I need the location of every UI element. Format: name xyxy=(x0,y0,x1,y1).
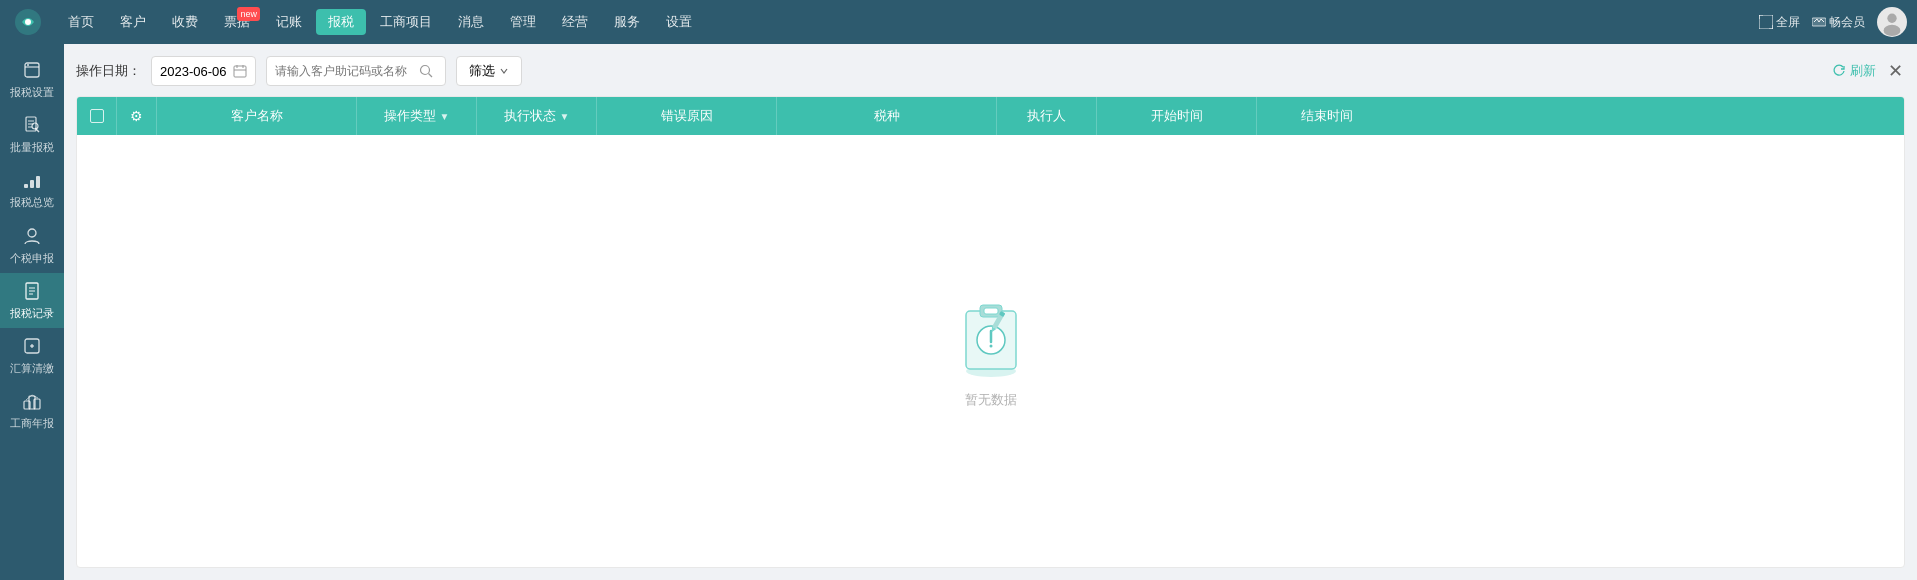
date-value: 2023-06-06 xyxy=(160,64,227,79)
table-body: 暂无数据 xyxy=(77,135,1904,567)
fullscreen-label: 全屏 xyxy=(1776,14,1800,31)
sidebar: 报税设置 批量报税 xyxy=(0,44,64,580)
calendar-icon xyxy=(233,64,247,78)
new-badge: new xyxy=(237,7,260,21)
svg-point-9 xyxy=(27,64,29,66)
fullscreen-button[interactable]: 全屏 xyxy=(1759,14,1800,31)
vip-label: 畅会员 xyxy=(1829,14,1865,31)
nav-item-invoice[interactable]: 票据 new xyxy=(212,9,262,35)
sidebar-item-batch-tax[interactable]: 批量报税 xyxy=(0,107,64,162)
sidebar-label-batch-tax: 批量报税 xyxy=(10,141,54,154)
tax-settings-icon xyxy=(22,60,42,83)
th-exec-status: 执行状态 ▼ xyxy=(477,97,597,135)
calc-pay-icon xyxy=(22,336,42,359)
sort-icon-exec-status[interactable]: ▼ xyxy=(560,111,570,122)
search-icon xyxy=(419,64,433,78)
svg-rect-15 xyxy=(24,184,28,188)
svg-point-33 xyxy=(420,66,429,75)
sidebar-label-calc-pay: 汇算清缴 xyxy=(10,362,54,375)
svg-rect-16 xyxy=(30,180,34,188)
refresh-button[interactable]: 刷新 xyxy=(1832,62,1876,80)
nav-item-billing[interactable]: 收费 xyxy=(160,9,210,35)
sidebar-label-tax-record: 报税记录 xyxy=(10,307,54,320)
sidebar-item-tax-record[interactable]: 报税记录 xyxy=(0,273,64,328)
sidebar-item-annual-report[interactable]: 工商年报 xyxy=(0,383,64,438)
sidebar-item-personal-tax[interactable]: 个税申报 xyxy=(0,218,64,273)
table-container: ⚙ 客户名称 操作类型 ▼ 执行状态 ▼ 错误原因 税种 xyxy=(76,96,1905,568)
batch-tax-icon xyxy=(22,115,42,138)
nav-item-accounting[interactable]: 记账 xyxy=(264,9,314,35)
svg-point-18 xyxy=(28,229,36,237)
nav-item-home[interactable]: 首页 xyxy=(56,9,106,35)
close-button[interactable]: ✕ xyxy=(1886,60,1905,82)
sort-icon-operation-type[interactable]: ▼ xyxy=(440,111,450,122)
sidebar-label-annual-report: 工商年报 xyxy=(10,417,54,430)
search-input[interactable] xyxy=(275,64,415,78)
column-settings-icon[interactable]: ⚙ xyxy=(130,108,143,124)
svg-line-34 xyxy=(428,74,432,78)
main-layout: 报税设置 批量报税 xyxy=(0,44,1917,580)
top-navigation: 首页 客户 收费 票据 new 记账 报税 工商项目 消息 管理 经营 服务 设… xyxy=(0,0,1917,44)
sidebar-item-calc-pay[interactable]: 汇算清缴 xyxy=(0,328,64,383)
filter-bar: 操作日期： 2023-06-06 筛选 xyxy=(76,56,1905,86)
nav-item-customer[interactable]: 客户 xyxy=(108,9,158,35)
nav-item-settings[interactable]: 设置 xyxy=(654,9,704,35)
th-tax-type: 税种 xyxy=(777,97,997,135)
svg-rect-29 xyxy=(234,66,246,77)
search-wrapper[interactable] xyxy=(266,56,446,86)
svg-point-5 xyxy=(1887,14,1896,23)
empty-text: 暂无数据 xyxy=(965,391,1017,409)
personal-tax-icon xyxy=(22,226,42,249)
refresh-icon xyxy=(1832,64,1846,78)
tax-summary-icon xyxy=(22,170,42,193)
svg-point-1 xyxy=(25,19,31,25)
sidebar-item-tax-summary[interactable]: 报税总览 xyxy=(0,162,64,217)
nav-item-tax[interactable]: 报税 xyxy=(316,9,366,35)
nav-item-operation[interactable]: 经营 xyxy=(550,9,600,35)
th-executor: 执行人 xyxy=(997,97,1097,135)
avatar[interactable] xyxy=(1877,7,1907,37)
annual-report-icon xyxy=(22,391,42,414)
tax-record-icon xyxy=(22,281,42,304)
svg-rect-2 xyxy=(1759,15,1773,29)
empty-illustration xyxy=(946,293,1036,383)
date-picker[interactable]: 2023-06-06 xyxy=(151,56,256,86)
th-checkbox xyxy=(77,97,117,135)
nav-item-service[interactable]: 服务 xyxy=(602,9,652,35)
table-header: ⚙ 客户名称 操作类型 ▼ 执行状态 ▼ 错误原因 税种 xyxy=(77,97,1904,135)
sidebar-item-tax-settings[interactable]: 报税设置 xyxy=(0,52,64,107)
empty-state: 暂无数据 xyxy=(946,293,1036,409)
top-nav-right: 全屏 畅会员 xyxy=(1759,7,1907,37)
vip-button[interactable]: 畅会员 xyxy=(1812,14,1865,31)
select-all-checkbox[interactable] xyxy=(90,109,104,123)
sidebar-label-tax-settings: 报税设置 xyxy=(10,86,54,99)
svg-point-6 xyxy=(1884,25,1901,36)
th-settings: ⚙ xyxy=(117,97,157,135)
content-area: 操作日期： 2023-06-06 筛选 xyxy=(64,44,1917,580)
chevron-down-icon xyxy=(499,66,509,76)
filter-label-text: 筛选 xyxy=(469,62,495,80)
th-operation-type: 操作类型 ▼ xyxy=(357,97,477,135)
th-customer-name: 客户名称 xyxy=(157,97,357,135)
nav-item-management[interactable]: 管理 xyxy=(498,9,548,35)
th-end-time: 结束时间 xyxy=(1257,97,1397,135)
nav-item-message[interactable]: 消息 xyxy=(446,9,496,35)
date-label: 操作日期： xyxy=(76,62,141,80)
svg-rect-38 xyxy=(984,308,998,314)
nav-item-business[interactable]: 工商项目 xyxy=(368,9,444,35)
sidebar-label-tax-summary: 报税总览 xyxy=(10,196,54,209)
th-error-reason: 错误原因 xyxy=(597,97,777,135)
nav-items-list: 首页 客户 收费 票据 new 记账 报税 工商项目 消息 管理 经营 服务 设… xyxy=(56,9,1759,35)
filter-button[interactable]: 筛选 xyxy=(456,56,522,86)
app-logo[interactable] xyxy=(10,4,46,40)
th-start-time: 开始时间 xyxy=(1097,97,1257,135)
sidebar-label-personal-tax: 个税申报 xyxy=(10,252,54,265)
svg-point-41 xyxy=(989,345,992,348)
refresh-label: 刷新 xyxy=(1850,62,1876,80)
svg-rect-17 xyxy=(36,176,40,188)
